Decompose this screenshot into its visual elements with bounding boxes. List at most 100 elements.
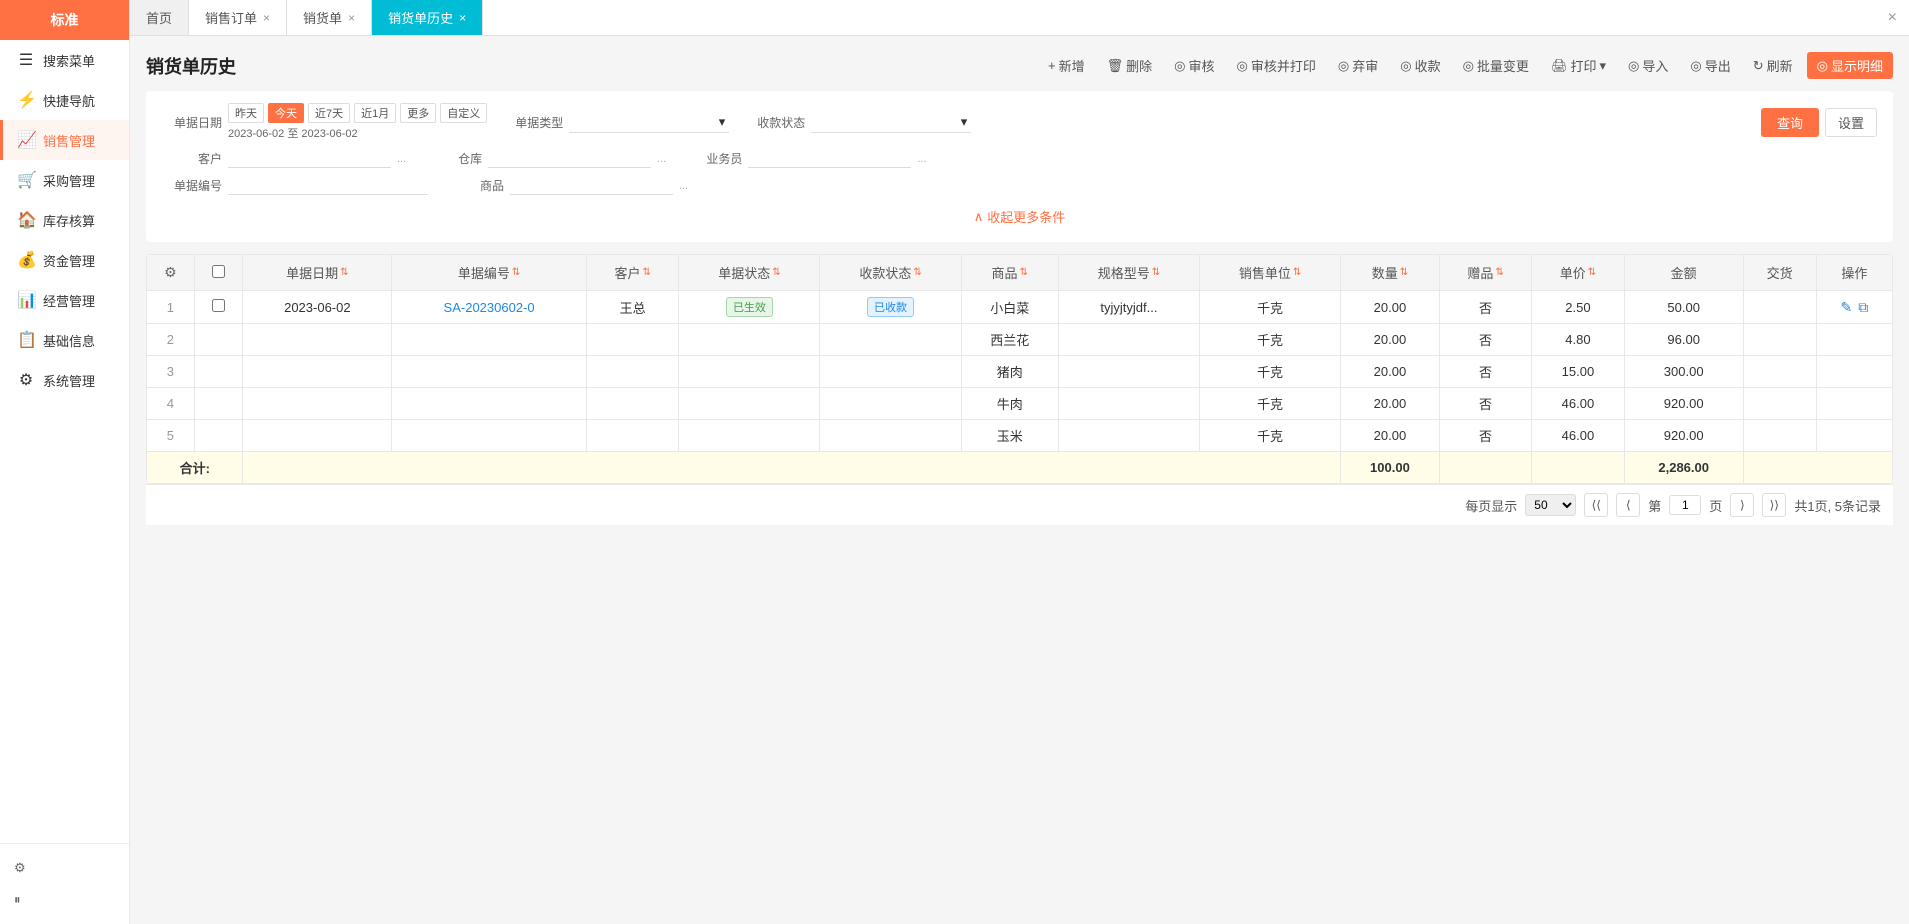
sidebar-settings-btn[interactable]: ⚙ [0,852,129,884]
date-btn-7days[interactable]: 近7天 [308,103,350,123]
tab-home[interactable]: 首页 [130,0,189,35]
th-unit-label: 销售单位 [1239,263,1291,282]
table-settings-icon[interactable]: ⚙ [164,264,177,280]
row-price: 46.00 [1532,388,1624,420]
row-spec [1058,356,1199,388]
row-transaction [1743,388,1816,420]
sort-gift[interactable]: 赠品⇅ [1467,263,1503,282]
staff-picker-btn[interactable]: ... [917,153,926,165]
show-detail-button[interactable]: ◎ 显示明细 [1807,52,1893,79]
th-settings[interactable]: ⚙ [147,255,195,291]
settings-filter-button[interactable]: 设置 [1825,108,1877,137]
row-amount: 920.00 [1624,420,1743,452]
sidebar-item-search-menu[interactable]: ☰ 搜索菜单 [0,40,129,80]
page-first-btn[interactable]: ⟨⟨ [1584,493,1608,517]
date-btn-today[interactable]: 今天 [268,103,304,123]
page-prev-btn[interactable]: ⟨ [1616,493,1640,517]
customer-picker-btn[interactable]: ... [397,153,406,165]
select-all-checkbox[interactable] [212,265,225,278]
warehouse-picker-btn[interactable]: ... [657,153,666,165]
payment-select[interactable]: ▾ [811,112,971,133]
sidebar-item-quick-nav[interactable]: ⚡ 快捷导航 [0,80,129,120]
page-content: 销货单历史 + 新增 🗑 删除 ◎ 审核 ◎ 审核并打印 [130,36,1909,924]
date-btn-more[interactable]: 更多 [400,103,436,123]
sidebar-item-label: 采购管理 [43,171,95,190]
tab-sales-history[interactable]: 销货单历史 × [372,0,483,35]
sidebar-item-inventory[interactable]: 🏠 库存核算 [0,200,129,240]
refresh-button[interactable]: ↻ 刷新 [1745,52,1801,79]
row-select-checkbox[interactable] [212,299,225,312]
sort-customer[interactable]: 客户⇅ [614,263,650,282]
row-unit: 千克 [1199,291,1340,324]
th-checkbox [194,255,243,291]
sort-payment-status[interactable]: 收款状态⇅ [859,263,921,282]
row-goods: 猪肉 [961,356,1058,388]
th-amount-label: 金额 [1671,266,1697,281]
sort-order-no[interactable]: 单据编号⇅ [458,263,520,282]
page-last-btn[interactable]: ⟩⟩ [1762,493,1786,517]
row-copy-icon[interactable]: ⧉ [1858,299,1868,316]
sort-price[interactable]: 单价⇅ [1560,263,1596,282]
pagination-bar: 每页显示 20 50 100 ⟨⟨ ⟨ 第 页 ⟩ ⟩⟩ 共1页, 5条记录 [146,484,1893,525]
audit-button[interactable]: ◎ 审核 [1166,52,1222,79]
sidebar-item-purchase-mgmt[interactable]: 🛒 采购管理 [0,160,129,200]
print-button[interactable]: 🖨 打印 ▾ [1543,52,1614,79]
goods-picker-btn[interactable]: ... [679,180,688,192]
row-quantity: 20.00 [1341,324,1440,356]
customer-input[interactable] [228,149,391,168]
sort-unit[interactable]: 销售单位⇅ [1239,263,1301,282]
audit-icon: ◎ [1174,58,1185,74]
collapse-filter-btn[interactable]: ∧ 收起更多条件 [162,203,1877,230]
tab-sales-goods[interactable]: 销货单 × [287,0,372,35]
date-btn-yesterday[interactable]: 昨天 [228,103,264,123]
sidebar-item-basic-info[interactable]: 📋 基础信息 [0,320,129,360]
order-no-input[interactable] [228,176,428,195]
type-select[interactable]: ▾ [569,112,729,133]
goods-input[interactable] [510,176,673,195]
abandon-button[interactable]: ◎ 弃审 [1330,52,1386,79]
delete-button[interactable]: 🗑 删除 [1099,52,1161,79]
batch-change-button[interactable]: ◎ 批量变更 [1455,52,1537,79]
sidebar-item-finance[interactable]: 💰 资金管理 [0,240,129,280]
new-button[interactable]: + 新增 [1040,52,1093,79]
sort-quantity[interactable]: 数量⇅ [1372,263,1408,282]
sort-date[interactable]: 单据日期⇅ [286,263,348,282]
date-btn-1month[interactable]: 近1月 [354,103,396,123]
row-edit-icon[interactable]: ✎ [1840,299,1852,316]
tab-sales-order-close[interactable]: × [263,11,270,25]
warehouse-input[interactable] [488,149,651,168]
date-btn-custom[interactable]: 自定义 [440,103,487,123]
row-goods: 玉米 [961,420,1058,452]
warehouse-label: 仓库 [422,150,482,167]
receive-button[interactable]: ◎ 收款 [1392,52,1448,79]
row-goods: 牛肉 [961,388,1058,420]
sort-goods[interactable]: 商品⇅ [992,263,1028,282]
sort-order-status[interactable]: 单据状态⇅ [718,263,780,282]
page-next-btn[interactable]: ⟩ [1730,493,1754,517]
sidebar-item-sales-mgmt[interactable]: 📈 销售管理 [0,120,129,160]
table-row: 4 牛肉 千克 20.00 否 46.00 920.00 [147,388,1893,420]
staff-label: 业务员 [682,150,742,167]
audit-print-button[interactable]: ◎ 审核并打印 [1229,52,1324,79]
page-number-input[interactable] [1669,495,1701,515]
tab-sales-goods-close[interactable]: × [348,11,355,25]
summary-quantity: 100.00 [1341,452,1440,484]
row-transaction [1743,356,1816,388]
filter-type: 单据类型 ▾ [503,112,729,133]
query-button[interactable]: 查询 [1761,108,1819,137]
tab-sales-goods-label: 销货单 [303,8,342,27]
export-button[interactable]: ◎ 导出 [1682,52,1738,79]
sidebar-pause-btn[interactable]: ⏸ [0,884,129,916]
sidebar-item-sys-mgmt[interactable]: ⚙ 系统管理 [0,360,129,400]
tab-sales-history-close[interactable]: × [459,11,466,25]
sidebar-item-operations[interactable]: 📊 经营管理 [0,280,129,320]
sidebar-item-label: 基础信息 [43,331,95,350]
tab-sales-order[interactable]: 销售订单 × [189,0,287,35]
filter-goods: 商品 ... [444,176,688,195]
staff-input[interactable] [748,149,911,168]
tab-close-all-btn[interactable]: × [1876,9,1909,27]
page-size-select[interactable]: 20 50 100 [1525,494,1576,516]
import-button[interactable]: ◎ 导入 [1620,52,1676,79]
sort-order-no-icon: ⇅ [512,267,520,278]
sort-spec[interactable]: 规格型号⇅ [1098,263,1160,282]
